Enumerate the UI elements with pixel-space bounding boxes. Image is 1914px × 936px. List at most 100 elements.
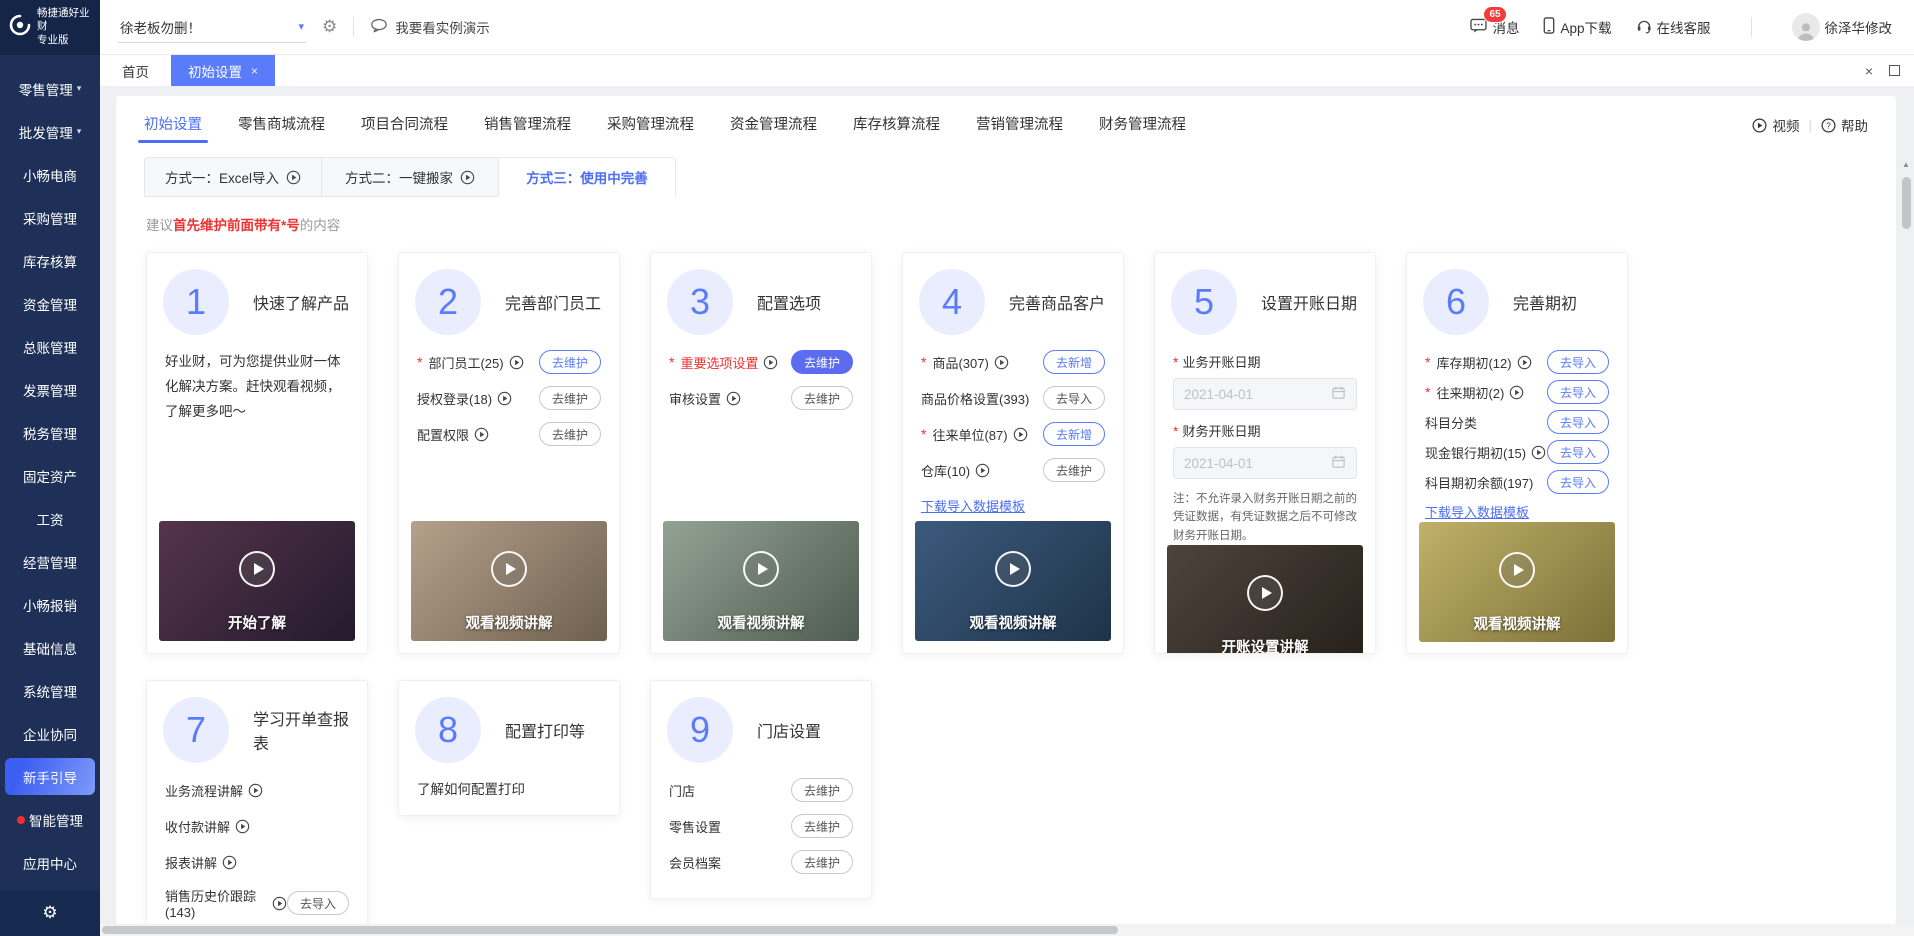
- sidebar-settings-button[interactable]: ⚙: [0, 890, 100, 936]
- sidebar-item-retail-management[interactable]: 零售管理 ▾: [0, 67, 100, 110]
- video-thumbnail[interactable]: 开始了解: [159, 521, 355, 641]
- flow-tab-7[interactable]: 库存核算流程: [853, 113, 940, 147]
- action-button[interactable]: 去维护: [790, 386, 853, 410]
- download-template-link[interactable]: 下载导入数据模板: [1425, 502, 1529, 521]
- sidebar-item-purchase-management[interactable]: 采购管理: [0, 196, 100, 239]
- action-button[interactable]: 去导入: [1546, 470, 1609, 494]
- sidebar-item-wholesale-management[interactable]: 批发管理 ▾: [0, 110, 100, 153]
- setup-card-4: 4 完善商品客户 * 商品(307) 去新增 商品价格设置(393) 去导入 * 往来单位(87…: [902, 252, 1124, 654]
- gear-icon[interactable]: ⚙: [322, 17, 337, 37]
- play-icon[interactable]: [1013, 427, 1028, 442]
- download-template-link[interactable]: 下载导入数据模板: [921, 496, 1025, 515]
- action-button[interactable]: 去导入: [1546, 350, 1609, 374]
- close-all-tabs-icon[interactable]: ×: [1865, 63, 1873, 79]
- action-button[interactable]: 去维护: [790, 814, 853, 838]
- action-button[interactable]: 去导入: [286, 891, 349, 915]
- method-tab-label: 方式一：Excel导入: [164, 171, 279, 186]
- action-button[interactable]: 去维护: [790, 350, 853, 374]
- required-asterisk: *: [669, 354, 675, 370]
- scroll-up-arrow-icon[interactable]: ▲: [1899, 160, 1913, 169]
- horizontal-scrollbar-thumb[interactable]: [102, 926, 1118, 934]
- video-thumbnail[interactable]: 开账设置讲解: [1167, 545, 1363, 653]
- sidebar-item-inventory-accounting[interactable]: 库存核算: [0, 239, 100, 282]
- tab-close-icon[interactable]: ×: [251, 64, 258, 78]
- sidebar-item-expense-reimbursement[interactable]: 小畅报销: [0, 583, 100, 626]
- play-icon[interactable]: [235, 819, 250, 834]
- app-logo[interactable]: 畅捷通好业财 专业版: [0, 0, 100, 55]
- sidebar-item-intelligent-management[interactable]: 智能管理: [0, 798, 100, 841]
- play-icon[interactable]: [474, 427, 489, 442]
- action-button[interactable]: 去维护: [538, 422, 601, 446]
- method-tab-1[interactable]: 方式一：Excel导入: [144, 157, 322, 197]
- play-icon[interactable]: [1531, 445, 1546, 460]
- video-link[interactable]: 视频: [1752, 115, 1799, 135]
- sidebar-item-basic-info[interactable]: 基础信息: [0, 626, 100, 669]
- date-input[interactable]: 2021-04-01: [1173, 447, 1357, 479]
- online-service-button[interactable]: 在线客服: [1636, 17, 1711, 37]
- play-icon[interactable]: [994, 355, 1009, 370]
- action-button[interactable]: 去导入: [1546, 410, 1609, 434]
- sidebar-item-fixed-assets[interactable]: 固定资产: [0, 454, 100, 497]
- video-thumbnail[interactable]: 观看视频讲解: [1419, 522, 1615, 642]
- action-button[interactable]: 去维护: [538, 386, 601, 410]
- action-button[interactable]: 去导入: [1546, 380, 1609, 404]
- account-selector[interactable]: 徐老板勿删！ ▾: [118, 12, 306, 43]
- action-button[interactable]: 去导入: [1042, 386, 1105, 410]
- flow-tab-5[interactable]: 采购管理流程: [607, 113, 694, 147]
- sidebar-item-beginner-guide[interactable]: 新手引导: [5, 758, 95, 795]
- action-button[interactable]: 去维护: [790, 778, 853, 802]
- sidebar-item-operations-management[interactable]: 经营管理: [0, 540, 100, 583]
- play-icon[interactable]: [272, 896, 287, 911]
- sidebar-item-general-ledger[interactable]: 总账管理: [0, 325, 100, 368]
- tab-home[interactable]: 首页: [100, 55, 171, 86]
- action-button[interactable]: 去新增: [1042, 422, 1105, 446]
- video-thumbnail[interactable]: 观看视频讲解: [411, 521, 607, 641]
- video-thumbnail[interactable]: 观看视频讲解: [915, 521, 1111, 641]
- messages-button[interactable]: 65 消息: [1470, 6, 1519, 37]
- play-icon[interactable]: [726, 391, 741, 406]
- method-tab-2[interactable]: 方式二：一键搬家: [321, 157, 499, 197]
- play-icon[interactable]: [763, 355, 778, 370]
- method-tab-3[interactable]: 方式三：使用中完善: [498, 157, 676, 197]
- play-triangle: [1009, 563, 1020, 575]
- action-button[interactable]: 去新增: [1042, 350, 1105, 374]
- flow-tab-8[interactable]: 营销管理流程: [976, 113, 1063, 147]
- sidebar-item-payroll[interactable]: 工资: [0, 497, 100, 540]
- play-icon[interactable]: [1509, 385, 1524, 400]
- user-menu[interactable]: 徐泽华修改: [1791, 13, 1892, 41]
- play-icon[interactable]: [1517, 355, 1532, 370]
- action-button[interactable]: 去维护: [790, 850, 853, 874]
- play-icon[interactable]: [222, 855, 237, 870]
- fullscreen-icon[interactable]: [1889, 65, 1900, 76]
- play-icon[interactable]: [975, 463, 990, 478]
- flow-tab-2[interactable]: 零售商城流程: [238, 113, 325, 147]
- demo-link[interactable]: 我要看实例演示: [370, 17, 490, 37]
- sidebar-item-invoice-management[interactable]: 发票管理: [0, 368, 100, 411]
- action-button[interactable]: 去维护: [538, 350, 601, 374]
- app-download-button[interactable]: App下载: [1543, 17, 1612, 37]
- sidebar-item-enterprise-collaboration[interactable]: 企业协同: [0, 712, 100, 755]
- item-label-group: 科目期初余额(197): [1425, 473, 1533, 492]
- help-link[interactable]: ? 帮助: [1821, 115, 1868, 135]
- flow-tab-4[interactable]: 销售管理流程: [484, 113, 571, 147]
- sidebar-item-ecommerce[interactable]: 小畅电商: [0, 153, 100, 196]
- flow-tab-9[interactable]: 财务管理流程: [1099, 113, 1186, 147]
- sidebar-item-tax-management[interactable]: 税务管理: [0, 411, 100, 454]
- flow-tab-6[interactable]: 资金管理流程: [730, 113, 817, 147]
- action-button[interactable]: 去维护: [1042, 458, 1105, 482]
- brand-name: 畅捷通好业财: [37, 6, 90, 33]
- tab-initial-setup[interactable]: 初始设置 ×: [171, 55, 276, 86]
- flow-tab-1[interactable]: 初始设置: [138, 113, 208, 147]
- play-icon[interactable]: [497, 391, 512, 406]
- sidebar-item-funds-management[interactable]: 资金管理: [0, 282, 100, 325]
- vertical-scrollbar-thumb[interactable]: [1901, 177, 1911, 229]
- play-icon[interactable]: [248, 783, 263, 798]
- video-thumbnail[interactable]: 观看视频讲解: [663, 521, 859, 641]
- play-icon[interactable]: [509, 355, 524, 370]
- setup-item-row: 授权登录(18) 去维护: [417, 386, 601, 410]
- flow-tab-3[interactable]: 项目合同流程: [361, 113, 448, 147]
- date-input[interactable]: 2021-04-01: [1173, 378, 1357, 410]
- sidebar-item-app-center[interactable]: 应用中心: [0, 841, 100, 884]
- sidebar-item-system-management[interactable]: 系统管理: [0, 669, 100, 712]
- action-button[interactable]: 去导入: [1546, 440, 1609, 464]
